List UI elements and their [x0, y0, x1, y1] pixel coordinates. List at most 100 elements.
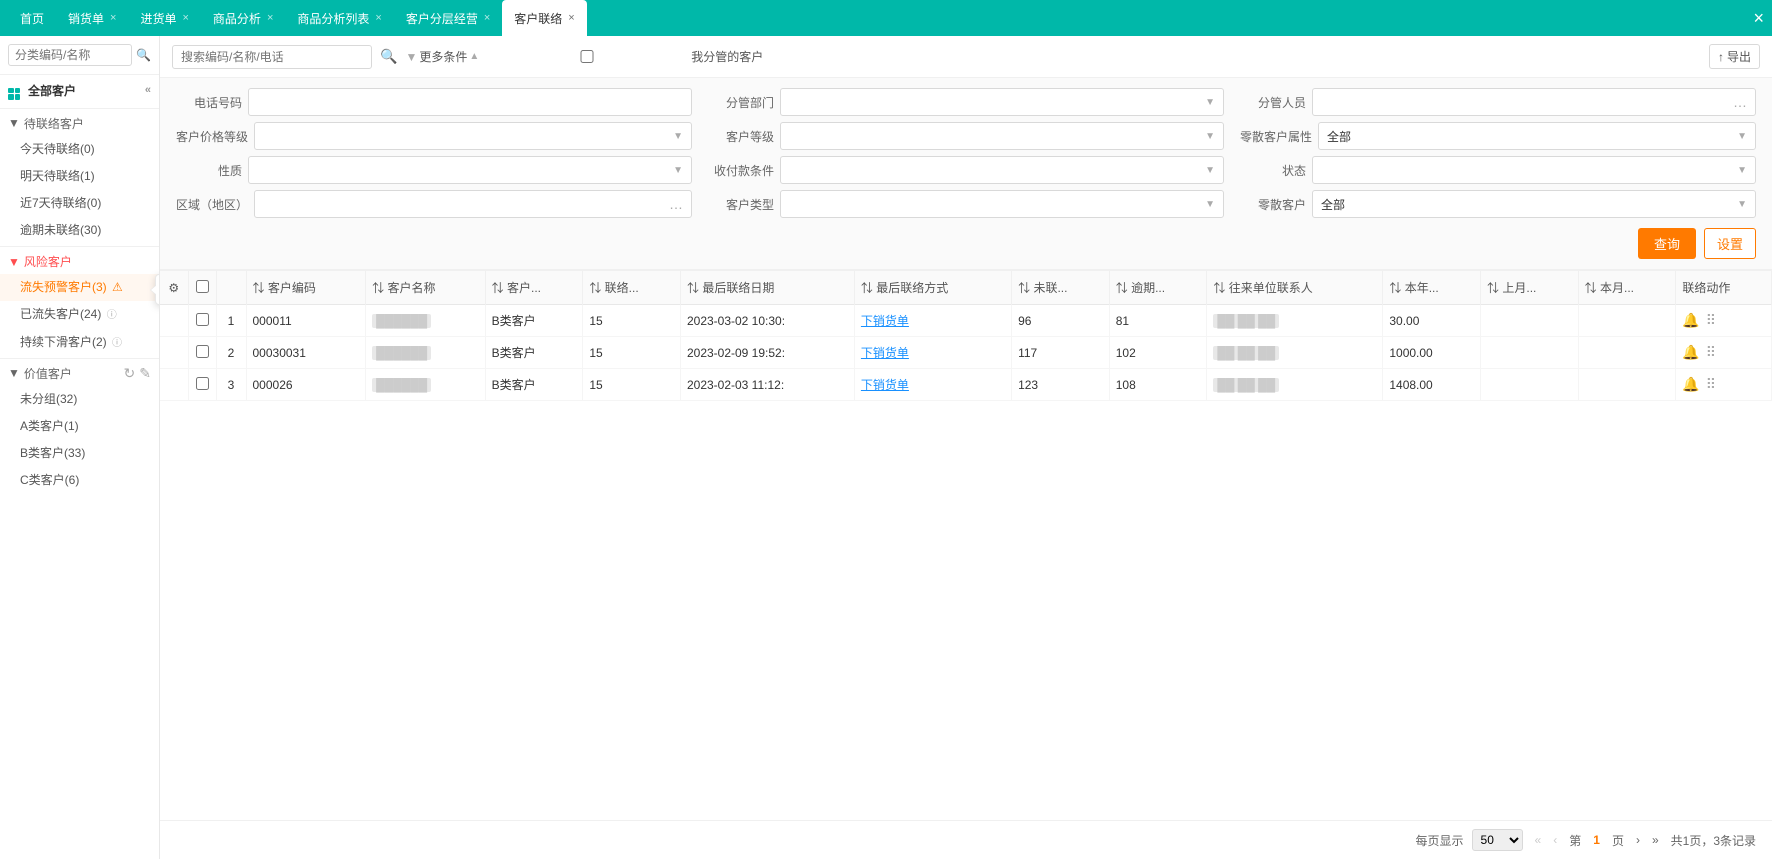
row-last-contact-way[interactable]: 下销货单 [854, 337, 1011, 369]
page-size-select[interactable]: 50 100 200 [1472, 829, 1523, 851]
col-contact[interactable]: ⇅ 联络... [583, 271, 681, 305]
sidebar-search-icon[interactable]: 🔍 [136, 48, 151, 62]
filter-payment-select[interactable]: ▼ [780, 156, 1224, 184]
sidebar-item-overdue-contact[interactable]: 逾期未联络(30) [0, 217, 159, 244]
first-page-button[interactable]: « [1531, 831, 1546, 849]
filter-price-grade-select[interactable]: ▼ [254, 122, 692, 150]
filter-region-select[interactable]: … [254, 190, 692, 218]
col-unit-contact[interactable]: ⇅ 往来单位联系人 [1207, 271, 1383, 305]
tab-home[interactable]: 首页 [8, 0, 56, 36]
row-checkbox-1[interactable] [196, 345, 209, 358]
tab-customer-tier[interactable]: 客户分层经营 × [394, 0, 502, 36]
col-last-month[interactable]: ⇅ 上月... [1481, 271, 1579, 305]
pending-contact-section[interactable]: ▼ 待联络客户 [0, 111, 159, 136]
value-refresh-icon[interactable]: ↻ [124, 365, 136, 382]
col-this-year[interactable]: ⇅ 本年... [1383, 271, 1481, 305]
filter-search-input[interactable] [172, 45, 372, 69]
page-number[interactable]: 1 [1589, 831, 1604, 849]
my-customers-checkbox-label[interactable]: 我分管的客户 [487, 48, 763, 65]
tab-sales[interactable]: 销货单 × [56, 0, 128, 36]
col-last-contact-date[interactable]: ⇅ 最后联络日期 [680, 271, 854, 305]
row-action-more-icon[interactable]: ⠿ [1706, 344, 1716, 361]
all-customers-header[interactable]: 全部客户 « [0, 75, 159, 106]
col-not-contacted-sort-icon: ⇅ [1018, 281, 1030, 295]
sidebar-item-churn-warning[interactable]: 流失预警客户(3) ⚠ [0, 274, 159, 301]
row-action-contact-icon[interactable]: 🔔 [1682, 344, 1699, 361]
customer-grade-caret-icon: ▼ [1205, 131, 1215, 142]
row-action-contact-icon[interactable]: 🔔 [1682, 312, 1699, 329]
close-icon-analysis[interactable]: × [267, 12, 273, 24]
col-overdue[interactable]: ⇅ 逾期... [1109, 271, 1207, 305]
query-button[interactable]: 查询 [1638, 228, 1696, 259]
sidebar-item-b-class[interactable]: B类客户(33) [0, 440, 159, 467]
col-not-contacted[interactable]: ⇅ 未联... [1012, 271, 1110, 305]
filter-zero-customer-select[interactable]: 全部 ▼ [1312, 190, 1756, 218]
filter-customer-type-select[interactable]: ▼ [780, 190, 1224, 218]
sidebar-item-ungroup[interactable]: 未分组(32) [0, 386, 159, 413]
row-checkbox-0[interactable] [196, 313, 209, 326]
col-last-contact-way[interactable]: ⇅ 最后联络方式 [854, 271, 1011, 305]
sidebar-collapse-icon[interactable]: « [145, 84, 151, 96]
row-action-more-icon[interactable]: ⠿ [1706, 376, 1716, 393]
row-checkbox-cell[interactable] [188, 369, 216, 401]
filter-phone-input[interactable] [248, 88, 692, 116]
close-icon-customer-link[interactable]: × [568, 12, 574, 24]
value-edit-icon[interactable]: ✎ [139, 365, 151, 382]
tab-analysis-list[interactable]: 商品分析列表 × [285, 0, 393, 36]
value-section-header[interactable]: ▼ 价值客户 ↻ ✎ [0, 361, 159, 386]
col-type[interactable]: ⇅ 客户... [485, 271, 583, 305]
sidebar-item-c-class[interactable]: C类客户(6) [0, 467, 159, 494]
filter-search-button[interactable]: 🔍 [380, 48, 397, 65]
filter-person-select[interactable]: … [1312, 88, 1756, 116]
tab-purchase[interactable]: 进货单 × [128, 0, 200, 36]
sidebar-item-a-class[interactable]: A类客户(1) [0, 413, 159, 440]
sidebar-item-churned[interactable]: 已流失客户(24) ⓘ [0, 301, 159, 328]
row-last-contact-way[interactable]: 下销货单 [854, 369, 1011, 401]
churn-warning-badge: ⚠ [112, 280, 123, 294]
tab-analysis[interactable]: 商品分析 × [201, 0, 285, 36]
filter-grid: 电话号码 分管部门 ▼ 分管人员 [160, 78, 1772, 228]
last-page-button[interactable]: » [1648, 831, 1663, 849]
row-checkbox-2[interactable] [196, 377, 209, 390]
close-icon-sales[interactable]: × [110, 12, 116, 24]
col-this-month[interactable]: ⇅ 本月... [1578, 271, 1676, 305]
col-settings[interactable]: ⚙ [160, 271, 188, 305]
filter-gender-select[interactable]: ▼ [248, 156, 692, 184]
churned-info-icon: ⓘ [107, 310, 117, 321]
select-all-checkbox[interactable] [196, 280, 209, 293]
sidebar-item-tomorrow-contact[interactable]: 明天待联络(1) [0, 163, 159, 190]
window-close-button[interactable]: × [1753, 8, 1764, 29]
col-date-sort-icon: ⇅ [687, 281, 699, 295]
prev-page-button[interactable]: ‹ [1549, 831, 1561, 849]
col-name[interactable]: ⇅ 客户名称 [366, 271, 486, 305]
filter-zero-attr-select[interactable]: 全部 ▼ [1318, 122, 1756, 150]
sidebar-item-7days-contact[interactable]: 近7天待联络(0) [0, 190, 159, 217]
col-code[interactable]: ⇅ 客户编码 [246, 271, 366, 305]
row-action: 🔔 ⠿ [1676, 337, 1772, 369]
settings-button[interactable]: 设置 [1704, 228, 1756, 259]
row-action-contact-icon[interactable]: 🔔 [1682, 376, 1699, 393]
filter-customer-grade-select[interactable]: ▼ [780, 122, 1224, 150]
filter-status-select[interactable]: ▼ [1312, 156, 1756, 184]
sidebar-item-today-contact[interactable]: 今天待联络(0) [0, 136, 159, 163]
sidebar-item-declining[interactable]: 持续下滑客户(2) ⓘ [0, 329, 159, 356]
col-checkbox[interactable] [188, 271, 216, 305]
tab-customer-link[interactable]: 客户联络 × [502, 0, 586, 36]
filter-dept-select[interactable]: ▼ [780, 88, 1224, 116]
row-checkbox-cell[interactable] [188, 305, 216, 337]
next-page-button[interactable]: › [1632, 831, 1644, 849]
close-icon-analysis-list[interactable]: × [375, 12, 381, 24]
row-action-more-icon[interactable]: ⠿ [1706, 312, 1716, 329]
price-grade-caret-icon: ▼ [673, 131, 683, 142]
risk-section-header[interactable]: ▼ 风险客户 [0, 249, 159, 274]
my-customers-checkbox[interactable] [487, 50, 687, 63]
row-last-contact-way[interactable]: 下销货单 [854, 305, 1011, 337]
sidebar-search-input[interactable] [8, 44, 132, 66]
export-button[interactable]: ↑ 导出 [1709, 44, 1760, 69]
risk-arrow-icon: ▼ [8, 255, 20, 269]
person-ellipsis-icon: … [1733, 94, 1747, 110]
row-checkbox-cell[interactable] [188, 337, 216, 369]
close-icon-customer-tier[interactable]: × [484, 12, 490, 24]
close-icon-purchase[interactable]: × [182, 12, 188, 24]
filter-more-conditions[interactable]: ▼ 更多条件 ▲ [405, 48, 479, 65]
